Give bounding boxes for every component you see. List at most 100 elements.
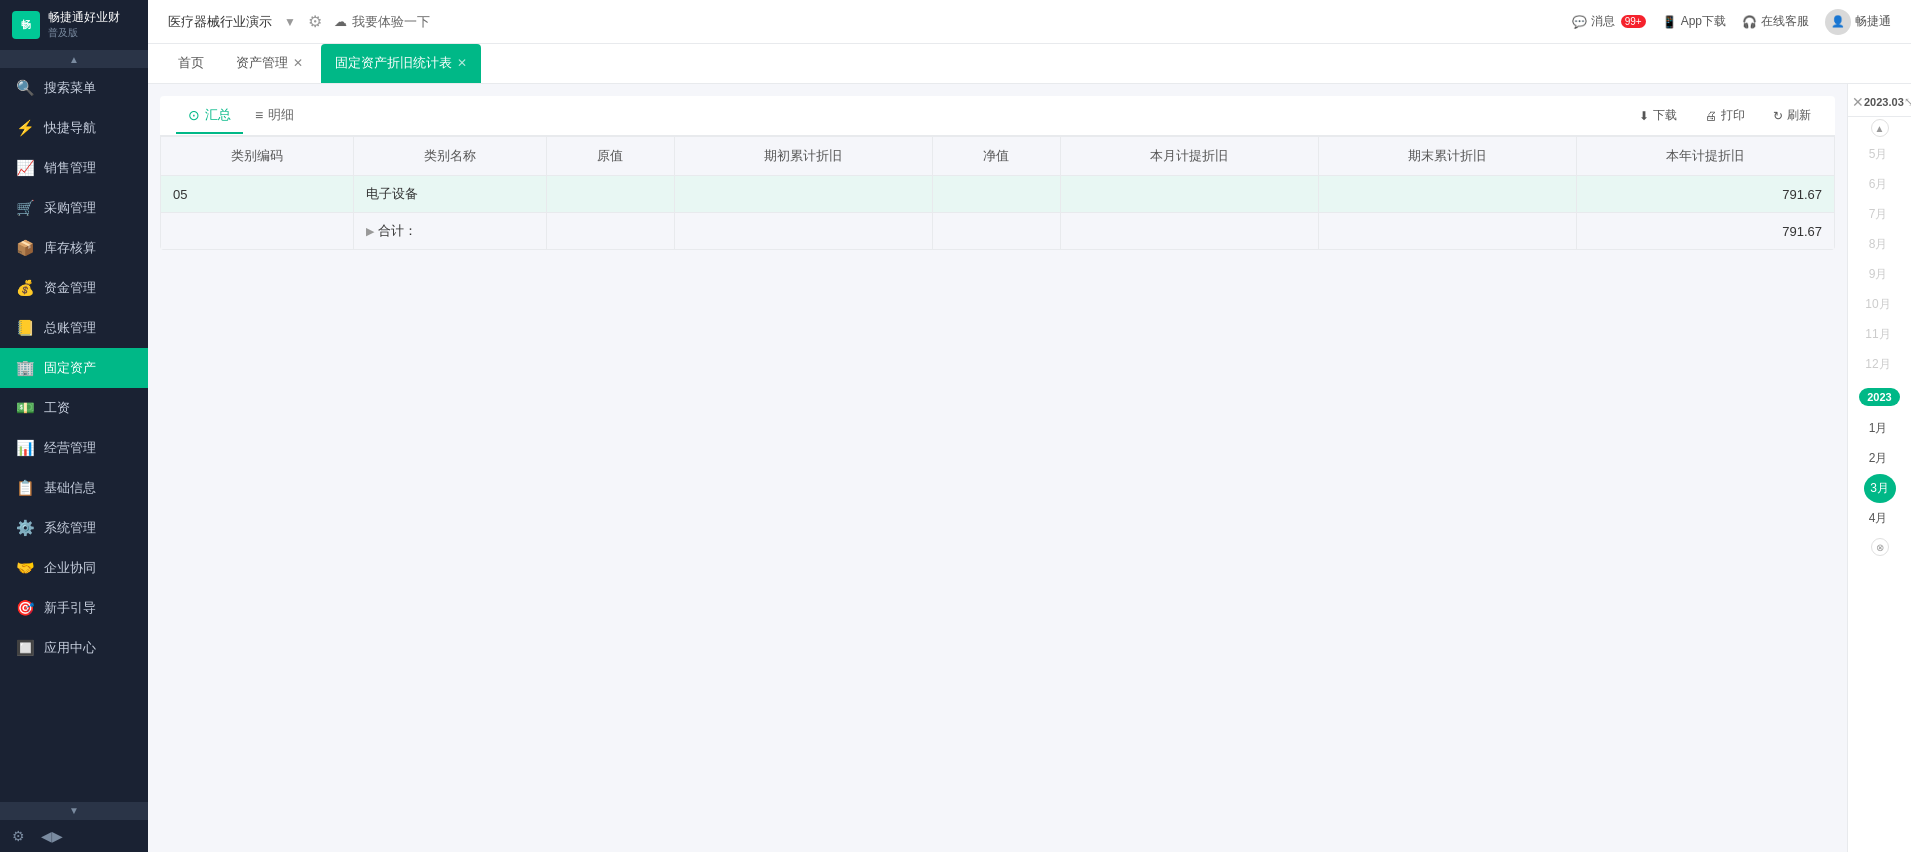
month-12[interactable]: 12月	[1852, 350, 1904, 379]
sidebar-item-label: 固定资产	[44, 359, 96, 377]
sidebar-item-label: 新手引导	[44, 599, 96, 617]
inner-tabbar: ⊙ 汇总 ≡ 明细 ⬇ 下载 🖨 打印	[160, 96, 1835, 136]
month-9[interactable]: 9月	[1852, 260, 1904, 289]
month-10[interactable]: 10月	[1852, 290, 1904, 319]
cell-ending-accumulated	[1318, 176, 1576, 213]
content-area: ⊙ 汇总 ≡ 明细 ⬇ 下载 🖨 打印	[148, 84, 1911, 852]
settings-icon[interactable]: ⚙	[12, 828, 25, 844]
inner-tab-summary[interactable]: ⊙ 汇总	[176, 98, 243, 134]
tab-home[interactable]: 首页	[164, 44, 218, 83]
date-section-2023: 2023 1月 2月 3月 4月	[1848, 380, 1911, 534]
month-8[interactable]: 8月	[1852, 230, 1904, 259]
scroll-down-circle[interactable]: ⊗	[1871, 538, 1889, 556]
sidebar-item-system[interactable]: ⚙️ 系统管理	[0, 508, 148, 548]
sidebar-item-label: 快捷导航	[44, 119, 96, 137]
tab-fixed-asset-depreciation[interactable]: 固定资产折旧统计表 ✕	[321, 44, 481, 83]
download-icon: ⬇	[1639, 109, 1649, 123]
app-download-label: App下载	[1681, 13, 1726, 30]
date-panel-close-icon[interactable]: ✕	[1852, 94, 1864, 110]
sidebar-item-enterprise[interactable]: 🤝 企业协同	[0, 548, 148, 588]
main-area: 医疗器械行业演示 ▼ ⚙ ☁ 我要体验一下 💬 消息 99+ 📱 App下载 🎧…	[148, 0, 1911, 852]
tab-fixed-asset-close[interactable]: ✕	[457, 56, 467, 70]
print-button[interactable]: 🖨 打印	[1697, 103, 1753, 128]
user-info[interactable]: 👤 畅捷通	[1825, 9, 1891, 35]
sidebar-item-guide[interactable]: 🎯 新手引导	[0, 588, 148, 628]
cell-original	[546, 176, 674, 213]
cloud-icon: ☁	[334, 14, 347, 29]
message-button[interactable]: 💬 消息 99+	[1572, 13, 1646, 30]
app-subtitle: 普及版	[48, 26, 120, 40]
tab-asset-mgmt[interactable]: 资产管理 ✕	[222, 44, 317, 83]
operations-icon: 📊	[16, 439, 34, 457]
user-name: 畅捷通	[1855, 13, 1891, 30]
message-label: 消息	[1591, 13, 1615, 30]
refresh-button[interactable]: ↻ 刷新	[1765, 103, 1819, 128]
avatar: 👤	[1825, 9, 1851, 35]
app-title-group: 畅捷通好业财 普及版	[48, 10, 120, 40]
cell-net-value	[932, 176, 1060, 213]
sidebar-item-purchase[interactable]: 🛒 采购管理	[0, 188, 148, 228]
total-empty	[161, 213, 354, 250]
month-3-active[interactable]: 3月	[1864, 474, 1896, 503]
month-6[interactable]: 6月	[1852, 170, 1904, 199]
sidebar-item-finance[interactable]: 💰 资金管理	[0, 268, 148, 308]
sidebar-scroll-up[interactable]: ▲	[0, 51, 148, 68]
col-net-value: 净值	[932, 137, 1060, 176]
tab-fixed-asset-label: 固定资产折旧统计表	[335, 54, 452, 72]
month-5[interactable]: 5月	[1852, 140, 1904, 169]
app-download-button[interactable]: 📱 App下载	[1662, 13, 1726, 30]
col-name: 类别名称	[353, 137, 546, 176]
summary-icon: ⊙	[188, 107, 200, 123]
depreciation-table: 类别编码 类别名称 原值 期初累计折旧 净值 本月计提折旧 期末累计折旧 本年计…	[160, 136, 1835, 250]
sidebar-item-label: 经营管理	[44, 439, 96, 457]
guide-icon: 🎯	[16, 599, 34, 617]
sidebar-item-operations[interactable]: 📊 经营管理	[0, 428, 148, 468]
sidebar-item-label: 采购管理	[44, 199, 96, 217]
month-1[interactable]: 1月	[1852, 414, 1904, 443]
sidebar-item-search[interactable]: 🔍 搜索菜单	[0, 68, 148, 108]
month-2[interactable]: 2月	[1852, 444, 1904, 473]
month-7[interactable]: 7月	[1852, 200, 1904, 229]
salary-icon: 💵	[16, 399, 34, 417]
system-icon: ⚙️	[16, 519, 34, 537]
sidebar-item-basic-info[interactable]: 📋 基础信息	[0, 468, 148, 508]
sidebar-item-ledger[interactable]: 📒 总账管理	[0, 308, 148, 348]
total-label: ▶ 合计：	[353, 213, 546, 250]
scroll-up-circle[interactable]: ▲	[1871, 119, 1889, 137]
toolbar-right: ⬇ 下载 🖨 打印 ↻ 刷新	[1631, 103, 1819, 128]
print-icon: 🖨	[1705, 109, 1717, 123]
inner-tab-detail[interactable]: ≡ 明细	[243, 98, 306, 134]
sidebar-item-sales[interactable]: 📈 销售管理	[0, 148, 148, 188]
experience-button[interactable]: ☁ 我要体验一下	[334, 13, 430, 31]
sidebar-item-app-center[interactable]: 🔲 应用中心	[0, 628, 148, 668]
cell-monthly	[1060, 176, 1318, 213]
tab-asset-mgmt-close[interactable]: ✕	[293, 56, 303, 70]
total-original	[546, 213, 674, 250]
download-label: 下载	[1653, 107, 1677, 124]
date-panel-expand-icon[interactable]: ⤡	[1904, 95, 1911, 109]
sidebar-item-label: 资金管理	[44, 279, 96, 297]
table-wrapper: 类别编码 类别名称 原值 期初累计折旧 净值 本月计提折旧 期末累计折旧 本年计…	[160, 136, 1835, 250]
month-11[interactable]: 11月	[1852, 320, 1904, 349]
sidebar-item-quick-nav[interactable]: ⚡ 快捷导航	[0, 108, 148, 148]
total-ending-accumulated	[1318, 213, 1576, 250]
collapse-icon[interactable]: ◀▶	[41, 828, 63, 844]
inventory-icon: 📦	[16, 239, 34, 257]
phone-icon: 📱	[1662, 15, 1677, 29]
sidebar-item-fixed-assets[interactable]: 🏢 固定资产	[0, 348, 148, 388]
sidebar-item-salary[interactable]: 💵 工资	[0, 388, 148, 428]
year-2023-label: 2023	[1859, 388, 1899, 406]
topbar-settings-icon[interactable]: ⚙	[308, 12, 322, 31]
month-4[interactable]: 4月	[1852, 504, 1904, 533]
headset-icon: 🎧	[1742, 15, 1757, 29]
app-center-icon: 🔲	[16, 639, 34, 657]
download-button[interactable]: ⬇ 下载	[1631, 103, 1685, 128]
col-monthly: 本月计提折旧	[1060, 137, 1318, 176]
fixed-assets-icon: 🏢	[16, 359, 34, 377]
sidebar-item-inventory[interactable]: 📦 库存核算	[0, 228, 148, 268]
detail-icon: ≡	[255, 107, 263, 123]
company-dropdown-icon[interactable]: ▼	[284, 15, 296, 29]
sidebar-item-label: 应用中心	[44, 639, 96, 657]
customer-service-button[interactable]: 🎧 在线客服	[1742, 13, 1809, 30]
sidebar-scroll-down[interactable]: ▼	[0, 802, 148, 819]
